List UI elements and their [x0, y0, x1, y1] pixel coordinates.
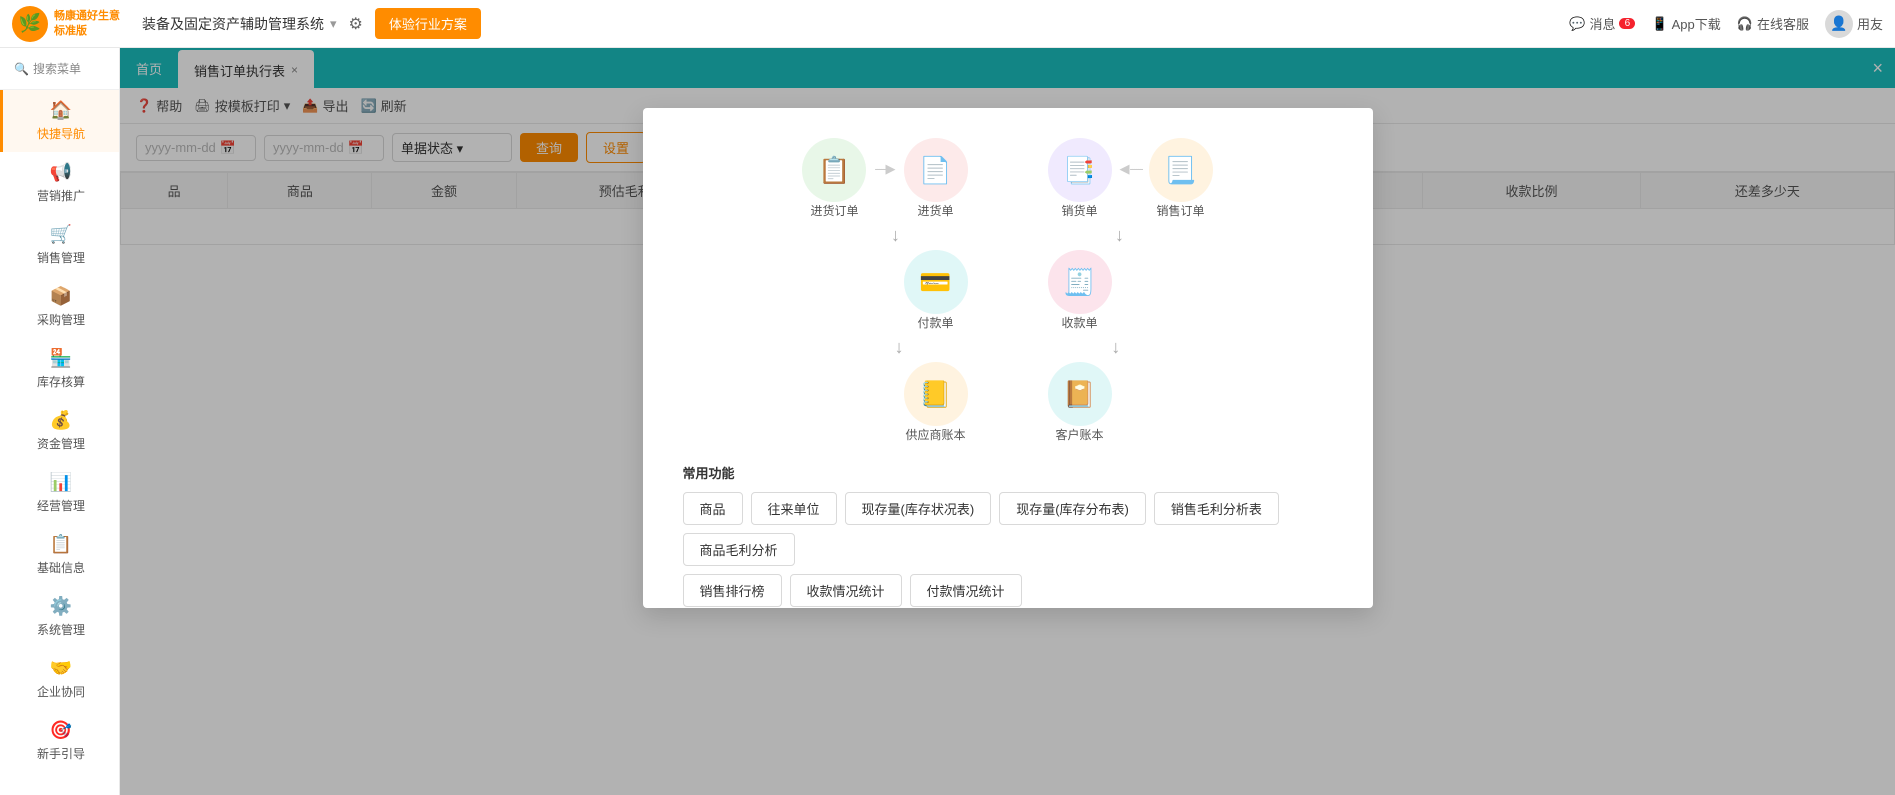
message-badge: 6	[1619, 18, 1635, 29]
node-purchase-bill: 📄 进货单	[904, 138, 968, 219]
sidebar-item-finance[interactable]: 💰 资金管理	[0, 400, 119, 462]
system-dropdown-icon[interactable]: ▾	[330, 16, 337, 32]
arrow-left-1: ◀- - - - - -	[1112, 161, 1149, 197]
app-download-btn[interactable]: 📱 App下载	[1651, 14, 1720, 33]
receipt-bill-circle: 🧾	[1048, 250, 1112, 314]
func-btn-receipt-stat[interactable]: 收款情况统计	[790, 574, 902, 607]
sale-bill-label: 销货单	[1061, 202, 1097, 219]
func-btn-goods-profit[interactable]: 商品毛利分析	[683, 533, 795, 566]
main-area: 🔍 搜索菜单 🏠 快捷导航 📢 营销推广 🛒 销售管理 📦 采购管理	[0, 48, 1895, 795]
logo-icon: 🌿	[12, 6, 48, 42]
common-func-title: 常用功能	[683, 463, 1333, 482]
top-bar-system: 装备及固定资产辅助管理系统 ▾ ⚙ 体验行业方案	[132, 8, 1569, 39]
arrow-right-1: - - - - - -▶	[866, 161, 903, 197]
flow-arrows-down-1: ↓ ↓	[683, 225, 1333, 246]
sidebar-item-purchase[interactable]: 📦 采购管理	[0, 276, 119, 338]
top-bar-right: 💬 消息 6 📱 App下载 🎧 在线客服 👤 用友	[1569, 10, 1883, 38]
search-icon: 🔍	[14, 62, 29, 76]
sidebar-item-quick-nav[interactable]: 🏠 快捷导航	[0, 90, 119, 152]
system-icon: ⚙️	[50, 596, 72, 617]
sale-order-circle: 📃	[1149, 138, 1213, 202]
func-grid-row1: 商品 往来单位 现存量(库存状况表) 现存量(库存分布表) 销售毛利分析表 商品…	[683, 492, 1333, 566]
down-arrow-payment: ↓	[830, 337, 968, 358]
app-download-icon: 📱	[1651, 16, 1667, 32]
sale-order-label: 销售订单	[1157, 202, 1205, 219]
trial-button[interactable]: 体验行业方案	[375, 8, 481, 39]
customer-ledger-label: 客户账本	[1055, 426, 1103, 443]
logo-text: 畅康通好生意 标准版	[54, 9, 120, 38]
flow-arrows-down-2: ↓ ↓	[683, 337, 1333, 358]
func-btn-goods[interactable]: 商品	[683, 492, 743, 525]
settings-icon[interactable]: ⚙	[349, 14, 363, 34]
logo-area: 🌿 畅康通好生意 标准版	[12, 6, 132, 42]
supplier-ledger-label: 供应商账本	[905, 426, 965, 443]
user-area[interactable]: 👤 用友	[1825, 10, 1883, 38]
payment-bill-label: 付款单	[917, 314, 953, 331]
sidebar-item-marketing[interactable]: 📢 营销推广	[0, 152, 119, 214]
sidebar-item-enterprise[interactable]: 🤝 企业协同	[0, 648, 119, 710]
finance-icon: 💰	[50, 410, 72, 431]
basic-info-icon: 📋	[50, 534, 72, 555]
message-btn[interactable]: 💬 消息 6	[1569, 14, 1635, 33]
content-area: 首页 销售订单执行表 × × ❓ 帮助 🖨 按模板打印 ▾	[120, 48, 1895, 795]
func-btn-partner[interactable]: 往来单位	[751, 492, 837, 525]
purchase-order-circle: 📋	[802, 138, 866, 202]
headset-icon: 🎧	[1737, 16, 1753, 32]
top-bar: 🌿 畅康通好生意 标准版 装备及固定资产辅助管理系统 ▾ ⚙ 体验行业方案 💬 …	[0, 0, 1895, 48]
sidebar-search[interactable]: 🔍 搜索菜单	[0, 48, 119, 90]
sale-bill-circle: 📑	[1048, 138, 1112, 202]
enterprise-icon: 🤝	[50, 658, 72, 679]
sidebar-item-system[interactable]: ⚙️ 系统管理	[0, 586, 119, 648]
sidebar: 🔍 搜索菜单 🏠 快捷导航 📢 营销推广 🛒 销售管理 📦 采购管理	[0, 48, 120, 795]
avatar: 👤	[1825, 10, 1853, 38]
func-btn-sales-profit[interactable]: 销售毛利分析表	[1154, 492, 1279, 525]
sidebar-item-sales[interactable]: 🛒 销售管理	[0, 214, 119, 276]
receipt-bill-label: 收款单	[1061, 314, 1097, 331]
func-btn-sales-rank[interactable]: 销售排行榜	[683, 574, 782, 607]
system-title: 装备及固定资产辅助管理系统	[142, 14, 324, 34]
func-btn-stock-status[interactable]: 现存量(库存状况表)	[845, 492, 992, 525]
sidebar-item-newbie[interactable]: 🎯 新手引导	[0, 710, 119, 772]
message-icon: 💬	[1569, 16, 1585, 32]
sidebar-item-basic-info[interactable]: 📋 基础信息	[0, 524, 119, 586]
marketing-icon: 📢	[50, 162, 72, 183]
flow-row-2: 💳 付款单 🧾 收款单	[683, 250, 1333, 331]
operation-icon: 📊	[50, 472, 72, 493]
func-grid-row2: 销售排行榜 收款情况统计 付款情况统计	[683, 574, 1333, 607]
purchase-bill-circle: 📄	[904, 138, 968, 202]
node-customer-ledger: 📔 客户账本	[1048, 362, 1112, 443]
online-service-btn[interactable]: 🎧 在线客服	[1737, 14, 1809, 33]
sidebar-item-inventory[interactable]: 🏪 库存核算	[0, 338, 119, 400]
home-icon: 🏠	[50, 100, 72, 121]
down-arrow-purchase: ↓	[826, 225, 966, 246]
purchase-icon: 📦	[50, 286, 72, 307]
sales-icon: 🛒	[50, 224, 72, 245]
node-sale-bill: 📑 销货单	[1048, 138, 1112, 219]
purchase-bill-label: 进货单	[917, 202, 953, 219]
customer-ledger-circle: 📔	[1048, 362, 1112, 426]
node-receipt-bill: 🧾 收款单	[1048, 250, 1112, 331]
func-btn-stock-dist[interactable]: 现存量(库存分布表)	[999, 492, 1146, 525]
supplier-ledger-circle: 📒	[904, 362, 968, 426]
inventory-icon: 🏪	[50, 348, 72, 369]
flow-row-1: 📋 进货订单 - - - - - -▶ 📄 进货单	[683, 138, 1333, 219]
func-btn-payment-stat[interactable]: 付款情况统计	[910, 574, 1022, 607]
node-purchase-order: 📋 进货订单	[802, 138, 866, 219]
modal-overlay[interactable]: 📋 进货订单 - - - - - -▶ 📄 进货单	[120, 48, 1895, 795]
node-payment-bill: 💳 付款单	[904, 250, 968, 331]
sidebar-item-operation[interactable]: 📊 经营管理	[0, 462, 119, 524]
down-arrow-sale: ↓	[1050, 225, 1190, 246]
modal-box: 📋 进货订单 - - - - - -▶ 📄 进货单	[643, 108, 1373, 608]
node-supplier-ledger: 📒 供应商账本	[904, 362, 968, 443]
newbie-icon: 🎯	[50, 720, 72, 741]
app-wrapper: 🌿 畅康通好生意 标准版 装备及固定资产辅助管理系统 ▾ ⚙ 体验行业方案 💬 …	[0, 0, 1895, 795]
down-arrow-receipt: ↓	[1047, 337, 1185, 358]
flow-row-3: 📒 供应商账本 📔 客户账本	[683, 362, 1333, 443]
node-sale-order: 📃 销售订单	[1149, 138, 1213, 219]
purchase-order-label: 进货订单	[810, 202, 858, 219]
payment-bill-circle: 💳	[904, 250, 968, 314]
